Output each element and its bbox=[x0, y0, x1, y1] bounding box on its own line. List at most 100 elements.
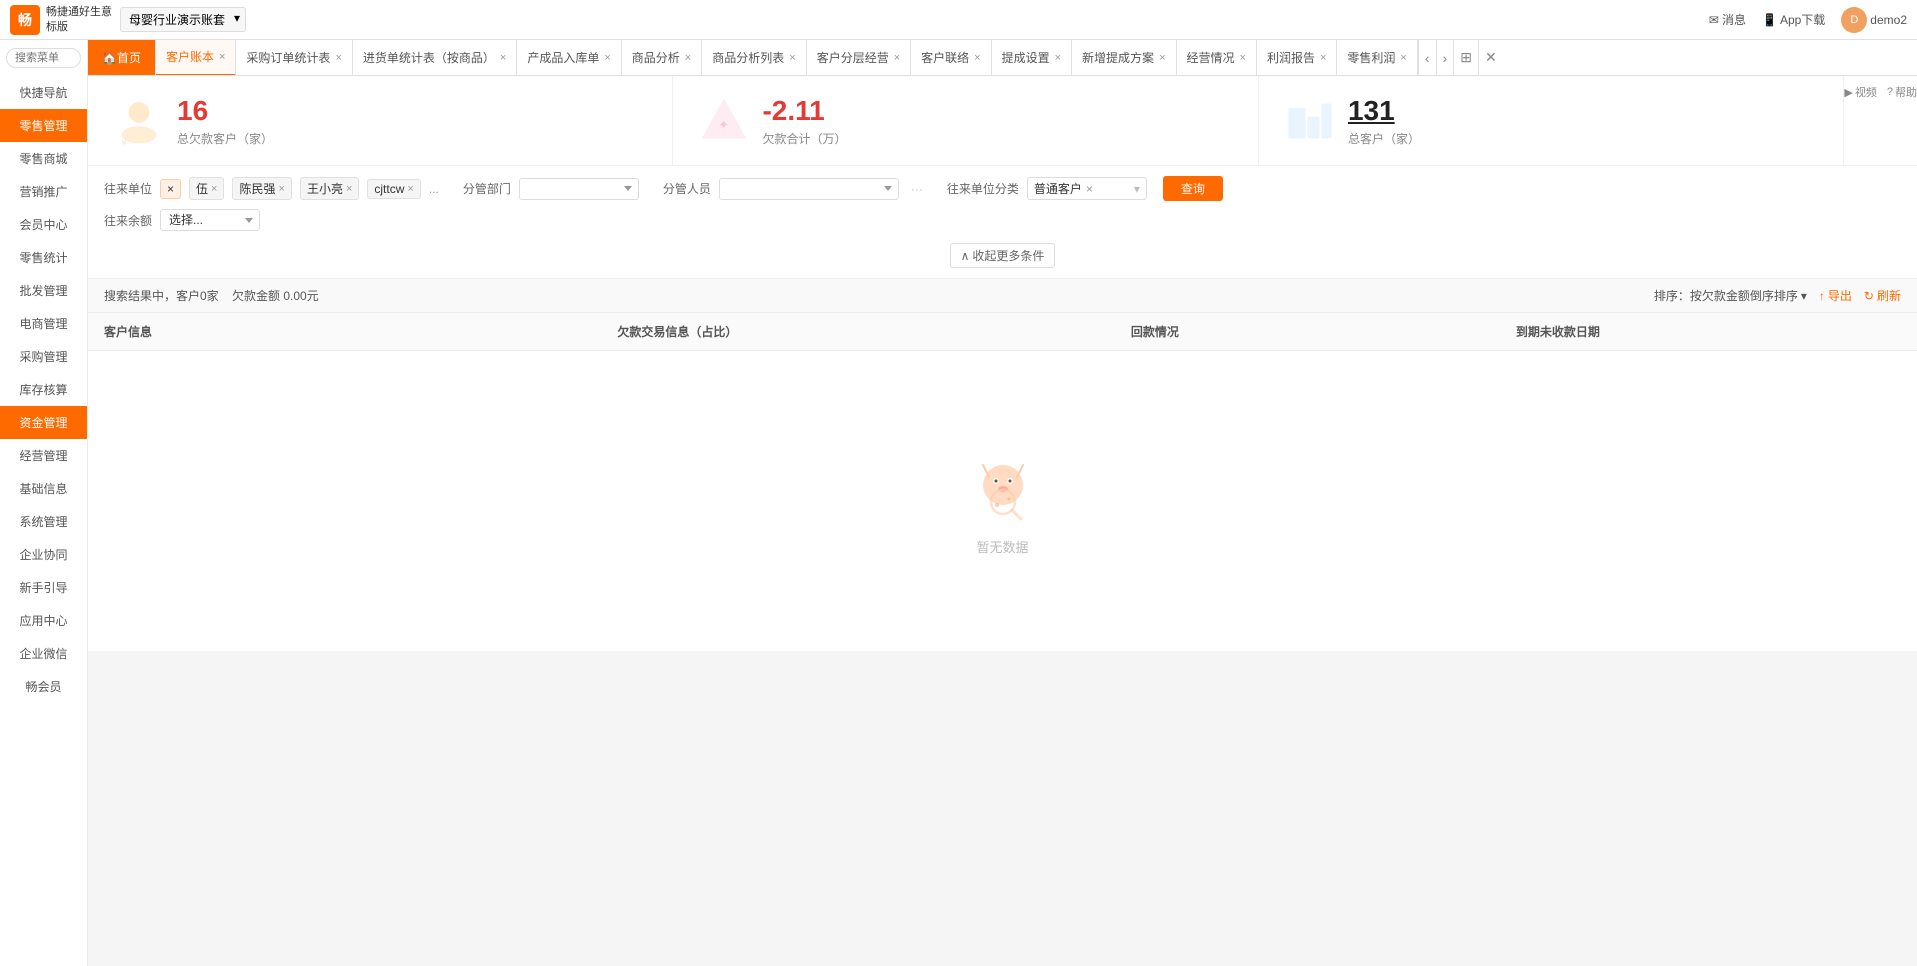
tab-nav-right[interactable]: › bbox=[1436, 40, 1454, 76]
svg-text:¥: ¥ bbox=[121, 137, 127, 147]
tab-close-retail-profit[interactable]: × bbox=[1400, 52, 1406, 64]
sidebar-item-retail-mall[interactable]: 零售商城 bbox=[0, 142, 87, 175]
sidebar-item-operations[interactable]: 经营管理 bbox=[0, 439, 87, 472]
sidebar-item-vip-member[interactable]: 畅会员 bbox=[0, 670, 87, 703]
filter-tag-3-close[interactable]: × bbox=[346, 183, 352, 195]
top-bar-right: ✉ 消息 📱 App下载 D demo2 bbox=[1709, 7, 1907, 33]
message-btn[interactable]: ✉ 消息 bbox=[1709, 11, 1746, 28]
filter-select-balance[interactable]: 选择... bbox=[160, 209, 260, 231]
stat-value-arrears: -2.11 bbox=[762, 94, 846, 128]
sidebar-item-system-mgmt[interactable]: 系统管理 bbox=[0, 505, 87, 538]
tab-product-analysis[interactable]: 商品分析 × bbox=[622, 40, 702, 76]
app-download-btn[interactable]: 📱 App下载 bbox=[1762, 11, 1825, 28]
tab-close-add-promotion[interactable]: × bbox=[1159, 52, 1165, 64]
tab-customer-segment[interactable]: 客户分层经营 × bbox=[807, 40, 911, 76]
tab-expand-btn[interactable]: ⊞ bbox=[1453, 40, 1478, 76]
sidebar-item-new-guide[interactable]: 新手引导 bbox=[0, 571, 87, 604]
account-dropdown[interactable]: 母婴行业演示账套 bbox=[120, 7, 246, 32]
tab-production-inbound[interactable]: 产成品入库单 × bbox=[517, 40, 621, 76]
result-summary: 搜索结果中，客户0家 欠款金额 0.00元 bbox=[104, 287, 319, 304]
tab-home[interactable]: 🏠 首页 bbox=[88, 40, 156, 76]
tab-close-purchase-order-stats[interactable]: × bbox=[335, 52, 341, 64]
tab-close-promotion-settings[interactable]: × bbox=[1055, 52, 1061, 64]
filter-tag-2-close[interactable]: × bbox=[279, 183, 285, 195]
sidebar-item-ecommerce[interactable]: 电商管理 bbox=[0, 307, 87, 340]
tab-nav-left[interactable]: ‹ bbox=[1418, 40, 1436, 76]
filter-tag-all: × bbox=[160, 179, 181, 199]
filter-tag-1-close[interactable]: × bbox=[211, 183, 217, 195]
filter-label-department: 分管部门 bbox=[463, 180, 511, 197]
tab-close-profit-report[interactable]: × bbox=[1320, 52, 1326, 64]
collapse-icon: ∧ bbox=[961, 249, 970, 263]
tab-customer-connect[interactable]: 客户联络 × bbox=[911, 40, 991, 76]
empty-illustration bbox=[963, 447, 1043, 527]
sidebar-item-enterprise-wechat[interactable]: 企业微信 bbox=[0, 637, 87, 670]
tab-add-promotion[interactable]: 新增提成方案 × bbox=[1072, 40, 1176, 76]
query-button[interactable]: 查询 bbox=[1163, 176, 1223, 201]
stat-help-area: ▶ 视频 ? 帮助 bbox=[1844, 76, 1917, 165]
user-profile-btn[interactable]: D demo2 bbox=[1841, 7, 1907, 33]
filter-unit-category-field[interactable]: 普通客户 × ▾ bbox=[1027, 177, 1147, 200]
tab-customer-ledger[interactable]: 客户账本 × bbox=[156, 40, 236, 76]
table-header: 客户信息 欠款交易信息（占比） 回款情况 到期未收款日期 bbox=[88, 313, 1917, 351]
tab-close-inbound-stats[interactable]: × bbox=[500, 52, 506, 64]
sidebar-item-batch-mgmt[interactable]: 批发管理 bbox=[0, 274, 87, 307]
unit-cat-close[interactable]: × bbox=[1086, 182, 1093, 196]
stat-label-all-customers: 总客户（家） bbox=[1348, 130, 1420, 147]
tab-profit-report[interactable]: 利润报告 × bbox=[1257, 40, 1337, 76]
tab-close-customer-segment[interactable]: × bbox=[894, 52, 900, 64]
sidebar-item-quick-nav[interactable]: 快捷导航 bbox=[0, 76, 87, 109]
tab-close-production-inbound[interactable]: × bbox=[604, 52, 610, 64]
filter-row-balance: 往来余额 选择... bbox=[104, 209, 1901, 231]
content-area: 🏠 首页 客户账本 × 采购订单统计表 × 进货单统计表（按商品） × 产成品入… bbox=[88, 40, 1917, 966]
stat-icon-arrears: ✦ bbox=[698, 95, 750, 147]
tab-promotion-settings[interactable]: 提成设置 × bbox=[992, 40, 1072, 76]
filter-tag-1: 伍 × bbox=[189, 177, 224, 200]
sidebar-item-retail-stats[interactable]: 零售统计 bbox=[0, 241, 87, 274]
filter-more-btn[interactable]: ... bbox=[429, 182, 439, 196]
tab-inbound-stats[interactable]: 进货单统计表（按商品） × bbox=[353, 40, 517, 76]
sort-icon: ▾ bbox=[1801, 289, 1807, 303]
tab-close-business-status[interactable]: × bbox=[1240, 52, 1246, 64]
sidebar-item-enterprise-coop[interactable]: 企业协同 bbox=[0, 538, 87, 571]
filter-label-unit-category: 往来单位分类 bbox=[947, 180, 1019, 197]
sidebar-item-capital-mgmt[interactable]: 资金管理 bbox=[0, 406, 87, 439]
sidebar-item-basic-info[interactable]: 基础信息 bbox=[0, 472, 87, 505]
manager-more-btn[interactable]: ··· bbox=[911, 182, 923, 196]
tab-close-all-btn[interactable]: ✕ bbox=[1478, 40, 1503, 76]
tab-close-customer-connect[interactable]: × bbox=[974, 52, 980, 64]
filter-select-manager[interactable] bbox=[719, 178, 899, 200]
stat-value-customers: 16 bbox=[177, 94, 273, 128]
sort-btn[interactable]: 排序：按欠款金额倒序排序 ▾ bbox=[1654, 287, 1807, 304]
search-input[interactable] bbox=[6, 48, 81, 68]
sidebar-item-member-center[interactable]: 会员中心 bbox=[0, 208, 87, 241]
stat-value-all-customers: 131 bbox=[1348, 94, 1420, 128]
table-section: 客户信息 欠款交易信息（占比） 回款情况 到期未收款日期 bbox=[88, 313, 1917, 651]
sidebar-item-purchase-mgmt[interactable]: 采购管理 bbox=[0, 340, 87, 373]
collapse-btn[interactable]: ∧ 收起更多条件 bbox=[950, 243, 1056, 268]
refresh-btn[interactable]: ↻ 刷新 bbox=[1864, 287, 1901, 304]
export-btn[interactable]: ↑ 导出 bbox=[1819, 287, 1852, 304]
sidebar-item-marketing[interactable]: 营销推广 bbox=[0, 175, 87, 208]
filter-select-department[interactable] bbox=[519, 178, 639, 200]
tab-close-customer-ledger[interactable]: × bbox=[219, 51, 225, 63]
tab-close-product-analysis[interactable]: × bbox=[685, 52, 691, 64]
tab-close-product-analysis-list[interactable]: × bbox=[789, 52, 795, 64]
tab-business-status[interactable]: 经营情况 × bbox=[1177, 40, 1257, 76]
help-btn[interactable]: ? 帮助 bbox=[1887, 84, 1917, 100]
stats-section: ¥ 16 总欠款客户（家） ✦ bbox=[88, 76, 1917, 166]
sidebar-item-app-center[interactable]: 应用中心 bbox=[0, 604, 87, 637]
filter-tag-4-close[interactable]: × bbox=[407, 183, 413, 195]
tab-purchase-order-stats[interactable]: 采购订单统计表 × bbox=[236, 40, 352, 76]
export-icon: ↑ bbox=[1819, 289, 1825, 303]
sidebar-item-inventory[interactable]: 库存核算 bbox=[0, 373, 87, 406]
video-btn[interactable]: ▶ 视频 bbox=[1844, 84, 1876, 100]
page-content: ¥ 16 总欠款客户（家） ✦ bbox=[88, 76, 1917, 966]
sidebar-item-retail-mgmt[interactable]: 零售管理 bbox=[0, 109, 87, 142]
svg-text:✦: ✦ bbox=[718, 116, 730, 132]
tab-product-analysis-list[interactable]: 商品分析列表 × bbox=[702, 40, 806, 76]
logo-area: 畅 畅捷通好生意 标版 bbox=[10, 5, 112, 35]
filter-label-manager: 分管人员 bbox=[663, 180, 711, 197]
tab-retail-profit[interactable]: 零售利润 × bbox=[1337, 40, 1417, 76]
main-layout: 快捷导航 零售管理 零售商城 营销推广 会员中心 零售统计 批发管理 电商管理 … bbox=[0, 40, 1917, 966]
